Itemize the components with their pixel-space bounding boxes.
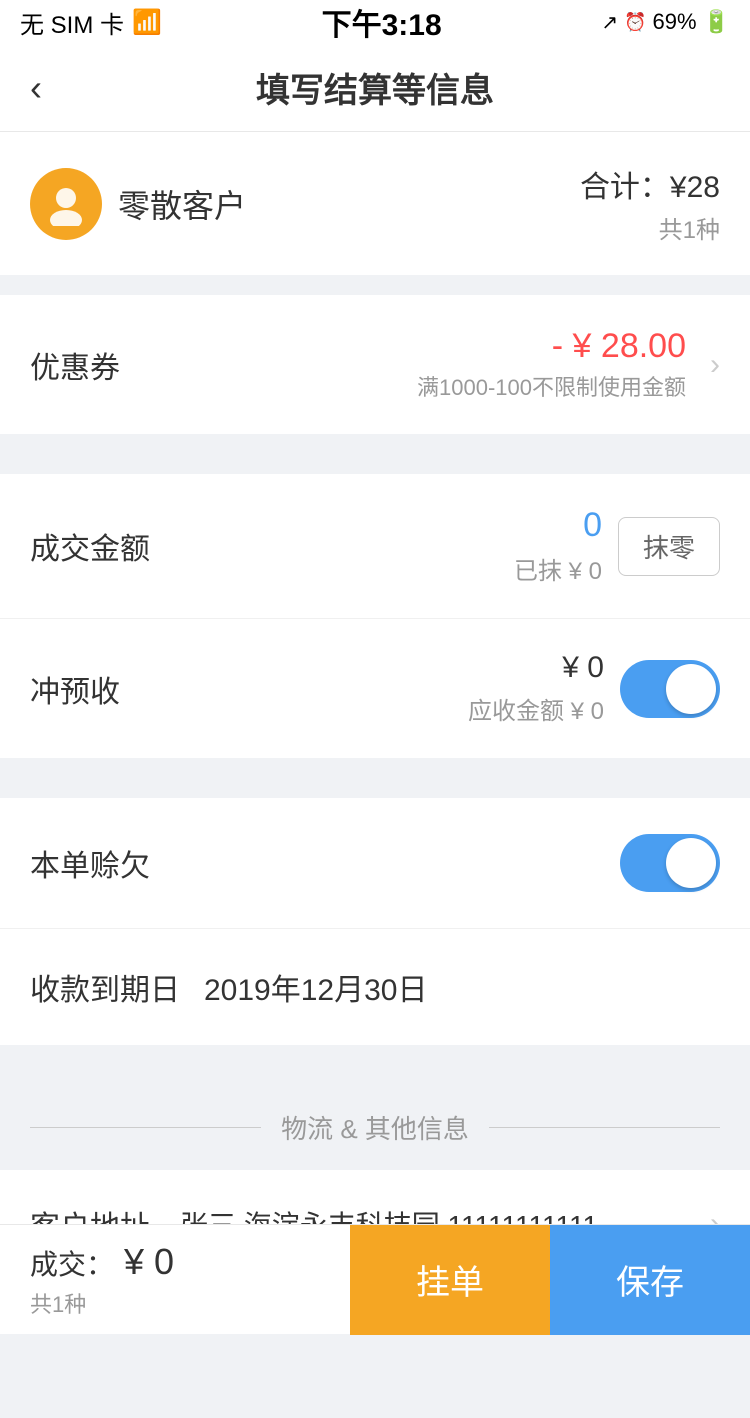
page-title: 填写结算等信息 (256, 63, 494, 112)
bottom-deal-row: 成交： ¥ 0 (30, 1241, 320, 1283)
avatar (30, 168, 102, 240)
due-date-label: 收款到期日 (30, 965, 180, 1009)
carrier-label: 无 SIM 卡 (20, 5, 124, 40)
logistics-text: 物流 & 其他信息 (281, 1109, 469, 1146)
customer-left: 零散客户 (30, 168, 246, 240)
save-button[interactable]: 保存 (550, 1225, 750, 1335)
credit-toggle-knob (666, 838, 716, 888)
customer-card: 零散客户 合计：¥28 共1种 (0, 132, 750, 275)
prepaid-label: 冲预收 (30, 667, 120, 711)
logistics-divider: 物流 & 其他信息 (0, 1085, 750, 1170)
credit-toggle[interactable] (620, 834, 720, 892)
logistics-line-left (30, 1127, 261, 1128)
alarm-icon: ⏰ (624, 12, 646, 33)
bottom-info: 成交： ¥ 0 共1种 (0, 1241, 350, 1319)
chevron-right-icon: › (710, 348, 720, 382)
bottom-count: 共1种 (30, 1287, 320, 1319)
deal-amount-value[interactable]: 0 (514, 506, 602, 545)
coupon-row[interactable]: 优惠券 - ¥ 28.00 满1000-100不限制使用金额 › (0, 295, 750, 434)
coupon-label: 优惠券 (30, 343, 120, 387)
prepaid-sub: 应收金额 ¥ 0 (468, 691, 604, 726)
amount-section: 成交金额 0 已抹 ¥ 0 抹零 冲预收 ¥ 0 应收金额 ¥ 0 (0, 474, 750, 758)
back-button[interactable]: ‹ (30, 67, 42, 109)
coupon-section: 优惠券 - ¥ 28.00 满1000-100不限制使用金额 › (0, 295, 750, 434)
bottom-deal-label: 成交： (30, 1243, 114, 1283)
coupon-right: - ¥ 28.00 满1000-100不限制使用金额 › (417, 327, 720, 402)
deal-amount-sub: 已抹 ¥ 0 (514, 551, 602, 586)
mo-ling-button[interactable]: 抹零 (618, 517, 720, 576)
status-right: ↗ ⏰ 69% 🔋 (601, 9, 730, 35)
total-amount: 合计：¥28 (580, 162, 720, 206)
credit-label: 本单赊欠 (30, 841, 150, 885)
deal-amount-label: 成交金额 (30, 524, 150, 568)
prepaid-toggle[interactable] (620, 660, 720, 718)
nav-bar: ‹ 填写结算等信息 (0, 44, 750, 132)
prepaid-row: 冲预收 ¥ 0 应收金额 ¥ 0 (0, 619, 750, 758)
divider-1 (0, 454, 750, 474)
status-left: 无 SIM 卡 📶 (20, 5, 162, 40)
logistics-line-right (489, 1127, 720, 1128)
customer-row: 零散客户 合计：¥28 共1种 (0, 132, 750, 275)
deal-amount-row: 成交金额 0 已抹 ¥ 0 抹零 (0, 474, 750, 619)
bottom-bar: 成交： ¥ 0 共1种 挂单 保存 (0, 1224, 750, 1334)
divider-2 (0, 778, 750, 798)
prepaid-right: ¥ 0 应收金额 ¥ 0 (468, 651, 720, 726)
coupon-discount-value: - ¥ 28.00 (417, 327, 686, 366)
customer-name: 零散客户 (118, 181, 246, 227)
battery-icon: 🔋 (703, 9, 730, 35)
customer-summary: 合计：¥28 共1种 (580, 162, 720, 245)
credit-section: 本单赊欠 收款到期日 2019年12月30日 (0, 798, 750, 1045)
divider-3 (0, 1065, 750, 1085)
prepaid-value: ¥ 0 (468, 651, 604, 685)
due-date-value[interactable]: 2019年12月30日 (204, 965, 427, 1009)
bottom-deal-amount: ¥ 0 (124, 1241, 174, 1283)
pending-button[interactable]: 挂单 (350, 1225, 550, 1335)
wifi-icon: 📶 (132, 8, 162, 37)
due-date-row: 收款到期日 2019年12月30日 (0, 929, 750, 1045)
location-icon: ↗ (601, 10, 618, 35)
deal-amount-right: 0 已抹 ¥ 0 抹零 (514, 506, 720, 586)
credit-row: 本单赊欠 (0, 798, 750, 929)
coupon-sub-text: 满1000-100不限制使用金额 (417, 370, 686, 402)
battery-label: 69% (653, 9, 697, 35)
time-display: 下午3:18 (322, 0, 442, 44)
total-count: 共1种 (580, 210, 720, 245)
toggle-knob (666, 664, 716, 714)
status-bar: 无 SIM 卡 📶 下午3:18 ↗ ⏰ 69% 🔋 (0, 0, 750, 44)
